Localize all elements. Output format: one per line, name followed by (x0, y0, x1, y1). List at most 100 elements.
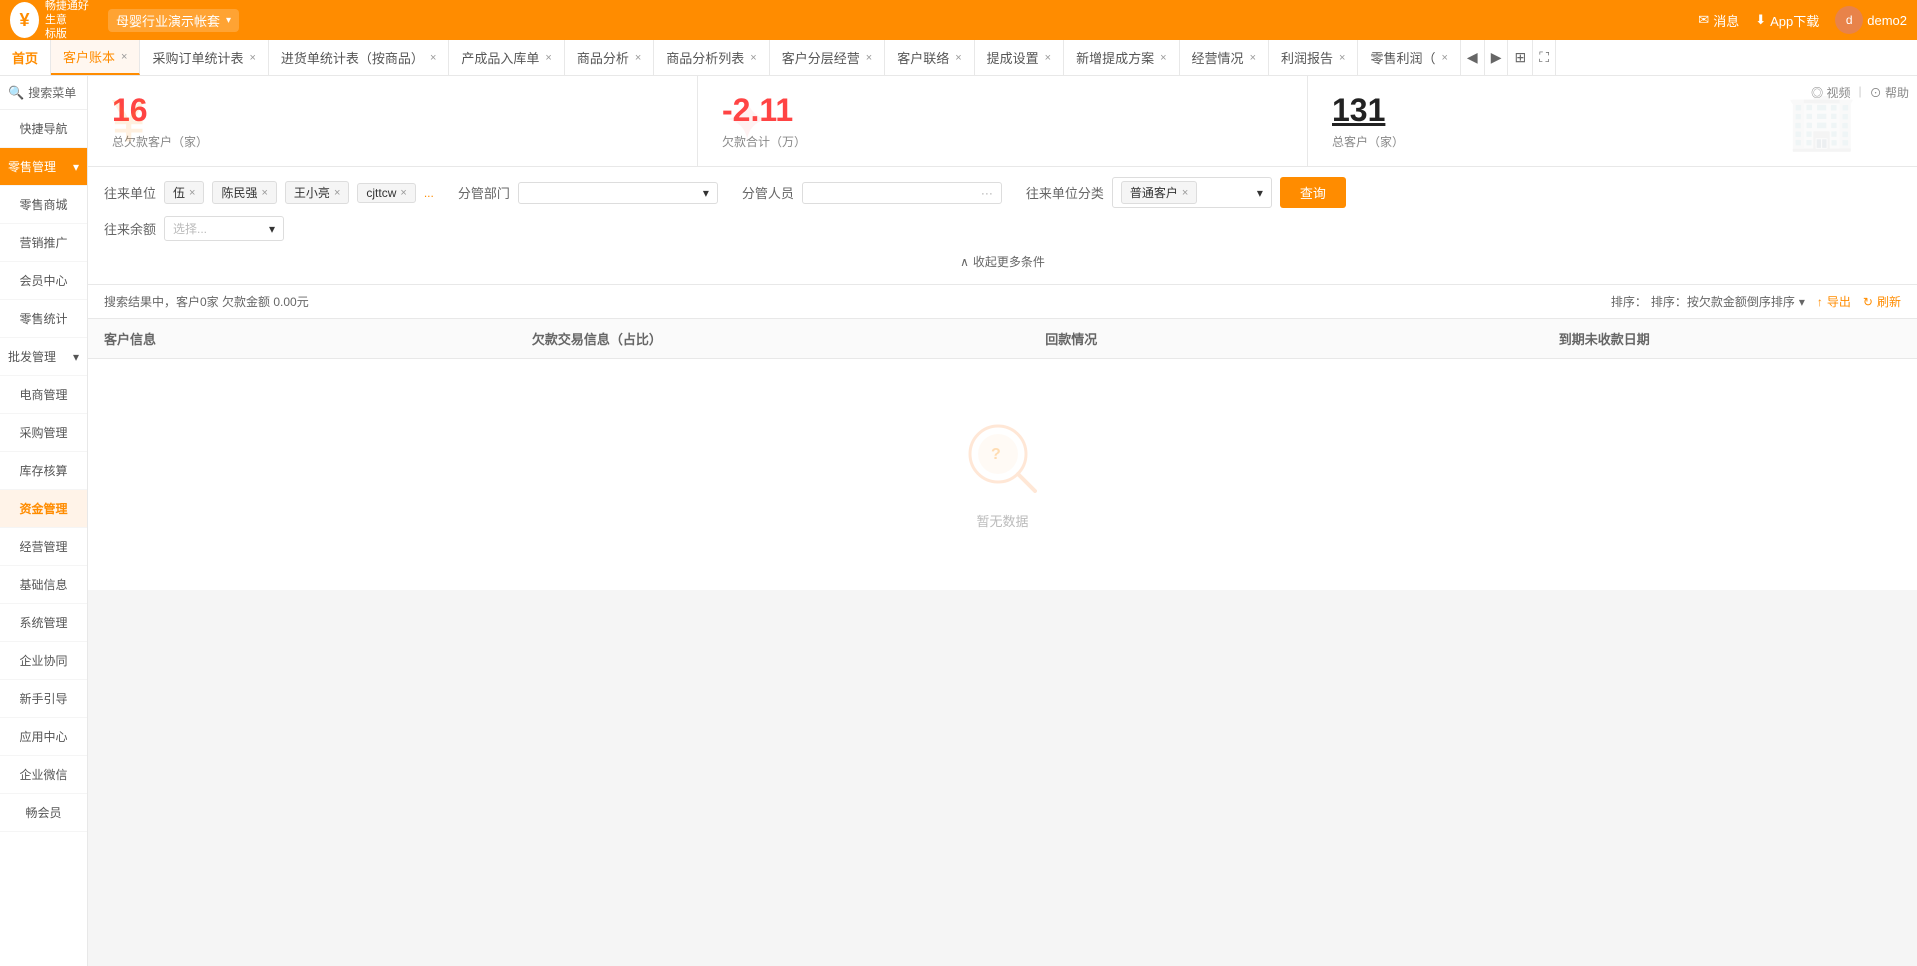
close-icon[interactable]: × (1160, 52, 1166, 64)
close-icon[interactable]: × (249, 52, 255, 64)
col-header-repayment: 回款情况 (1045, 329, 1558, 348)
tab-profit-report[interactable]: 利润报告 × (1269, 40, 1358, 75)
tab-product-analysis-list[interactable]: 商品分析列表 × (654, 40, 769, 75)
video-link[interactable]: ◎ 视频 (1811, 84, 1850, 101)
sidebar: 🔍 搜索菜单 快捷导航 零售管理 ▾ 零售商城 营销推广 会员中心 零售统计 批… (0, 76, 88, 966)
sidebar-item-quick-nav[interactable]: 快捷导航 (0, 110, 87, 148)
query-button[interactable]: 查询 (1280, 177, 1346, 208)
person-label: 分管人员 (742, 183, 794, 202)
sidebar-item-vip-member[interactable]: 畅会员 (0, 794, 87, 832)
sidebar-item-system-mgmt[interactable]: 系统管理 (0, 604, 87, 642)
export-icon: ↑ (1817, 295, 1823, 309)
sidebar-item-ecommerce-mgmt[interactable]: 电商管理 (0, 376, 87, 414)
sidebar-item-enterprise-coop[interactable]: 企业协同 (0, 642, 87, 680)
sidebar-search[interactable]: 🔍 搜索菜单 (0, 76, 87, 110)
close-icon[interactable]: × (121, 51, 127, 63)
remove-tag-chenminqiang[interactable]: × (261, 187, 267, 199)
app-download-button[interactable]: ⬇ App下载 (1755, 11, 1819, 30)
sidebar-item-marketing[interactable]: 营销推广 (0, 224, 87, 262)
logo-icon: ¥ (10, 2, 39, 38)
tab-expand-button[interactable]: ⊞ (1508, 40, 1533, 75)
export-button[interactable]: ↑ 导出 (1817, 293, 1851, 310)
tab-next-button[interactable]: ▶ (1485, 40, 1509, 75)
filter-row-1: 往来单位 伍 × 陈民强 × 王小亮 × cjttcw × ... (104, 177, 1901, 208)
empty-text: 暂无数据 (976, 511, 1028, 530)
balance-select[interactable]: 选择... ▾ (164, 216, 284, 241)
col-header-customer: 客户信息 (104, 329, 532, 348)
filter-tag-cjttcw: cjttcw × (357, 183, 415, 203)
tab-bar: 首页 客户账本 × 采购订单统计表 × 进货单统计表（按商品） × 产成品入库单… (0, 40, 1917, 76)
tab-customer-book[interactable]: 客户账本 × (51, 40, 140, 75)
sidebar-item-retail-mgmt[interactable]: 零售管理 ▾ (0, 148, 87, 186)
sidebar-item-new-guide[interactable]: 新手引导 (0, 680, 87, 718)
sidebar-item-finance-mgmt[interactable]: 资金管理 (0, 490, 87, 528)
tab-add-promotion[interactable]: 新增提成方案 × (1064, 40, 1179, 75)
tab-retail-profit[interactable]: 零售利润（ × (1358, 40, 1460, 75)
user-menu[interactable]: d demo2 (1835, 6, 1907, 34)
table-header: 客户信息 欠款交易信息（占比） 回款情况 到期未收款日期 (88, 319, 1917, 359)
sidebar-item-enterprise-wechat[interactable]: 企业微信 (0, 756, 87, 794)
refresh-icon: ↻ (1863, 295, 1873, 309)
filter-tag-chenminqiang: 陈民强 × (212, 181, 276, 204)
unit-type-label: 往来单位分类 (1026, 183, 1104, 202)
close-icon[interactable]: × (545, 52, 551, 64)
empty-icon: ? (963, 419, 1043, 499)
close-icon[interactable]: × (1250, 52, 1256, 64)
close-icon[interactable]: × (955, 52, 961, 64)
stats-row: ¥ 16 总欠款客户（家） ✦ -2.11 欠款合计（万） 🏢 131 总客户（… (88, 76, 1917, 167)
sidebar-item-retail-stats[interactable]: 零售统计 (0, 300, 87, 338)
sidebar-item-basic-info[interactable]: 基础信息 (0, 566, 87, 604)
tab-home[interactable]: 首页 (0, 40, 51, 75)
more-icon: ··· (981, 186, 993, 200)
tab-business-status[interactable]: 经营情况 × (1180, 40, 1269, 75)
filter-more-tags[interactable]: ... (424, 186, 434, 200)
tab-purchase-order[interactable]: 采购订单统计表 × (140, 40, 268, 75)
sidebar-item-member-center[interactable]: 会员中心 (0, 262, 87, 300)
balance-label: 往来余额 (104, 219, 156, 238)
close-icon[interactable]: × (430, 52, 436, 64)
remove-tag-wangxiaoliang[interactable]: × (334, 187, 340, 199)
collapse-button[interactable]: ∧ 收起更多条件 (104, 249, 1901, 274)
close-icon[interactable]: × (866, 52, 872, 64)
tab-stock-stats[interactable]: 进货单统计表（按商品） × (269, 40, 449, 75)
sidebar-item-app-center[interactable]: 应用中心 (0, 718, 87, 756)
tab-fullscreen-button[interactable]: ⛶ (1533, 40, 1556, 75)
remove-tag-wu[interactable]: × (189, 187, 195, 199)
store-selector[interactable]: 母婴行业演示帐套 ▾ (108, 9, 239, 32)
filter-tag-wu: 伍 × (164, 181, 204, 204)
filter-row-2: 往来余额 选择... ▾ (104, 216, 1901, 241)
tab-customer-contact[interactable]: 客户联络 × (885, 40, 974, 75)
remove-tag-cjttcw[interactable]: × (400, 187, 406, 199)
message-button[interactable]: ✉ 消息 (1698, 11, 1739, 30)
chevron-down-icon: ▾ (269, 222, 275, 236)
dept-select[interactable]: ▾ (518, 182, 718, 204)
close-icon[interactable]: × (1441, 52, 1447, 64)
tab-product-in[interactable]: 产成品入库单 × (449, 40, 564, 75)
sidebar-item-batch-mgmt[interactable]: 批发管理 ▾ (0, 338, 87, 376)
close-icon[interactable]: × (635, 52, 641, 64)
sidebar-item-purchase-mgmt[interactable]: 采购管理 (0, 414, 87, 452)
balance-placeholder: 选择... (173, 220, 207, 237)
sort-button[interactable]: 排序： 排序：按欠款金额倒序排序 ▾ (1611, 293, 1805, 310)
unit-type-select[interactable]: 普通客户 × ▾ (1112, 177, 1272, 208)
svg-text:?: ? (991, 446, 1001, 463)
avatar: d (1835, 6, 1863, 34)
tab-customer-tier[interactable]: 客户分层经营 × (770, 40, 885, 75)
tab-prev-button[interactable]: ◀ (1461, 40, 1485, 75)
logo-text: 畅捷通好生意 标版 (45, 0, 98, 41)
sidebar-item-business-mgmt[interactable]: 经营管理 (0, 528, 87, 566)
refresh-button[interactable]: ↻ 刷新 (1863, 293, 1901, 310)
unit-type-tag: 普通客户 × (1121, 181, 1197, 204)
close-icon[interactable]: × (1339, 52, 1345, 64)
main-layout: 🔍 搜索菜单 快捷导航 零售管理 ▾ 零售商城 营销推广 会员中心 零售统计 批… (0, 76, 1917, 966)
message-icon: ✉ (1698, 12, 1709, 28)
person-select[interactable]: ··· (802, 182, 1002, 204)
tab-product-analysis[interactable]: 商品分析 × (565, 40, 654, 75)
help-link[interactable]: ⊙ 帮助 (1870, 84, 1909, 101)
tab-promotion-settings[interactable]: 提成设置 × (975, 40, 1064, 75)
remove-unit-type-tag[interactable]: × (1182, 187, 1188, 199)
close-icon[interactable]: × (1045, 52, 1051, 64)
sidebar-item-retail-mall[interactable]: 零售商城 (0, 186, 87, 224)
sidebar-item-stock-check[interactable]: 库存核算 (0, 452, 87, 490)
close-icon[interactable]: × (750, 52, 756, 64)
